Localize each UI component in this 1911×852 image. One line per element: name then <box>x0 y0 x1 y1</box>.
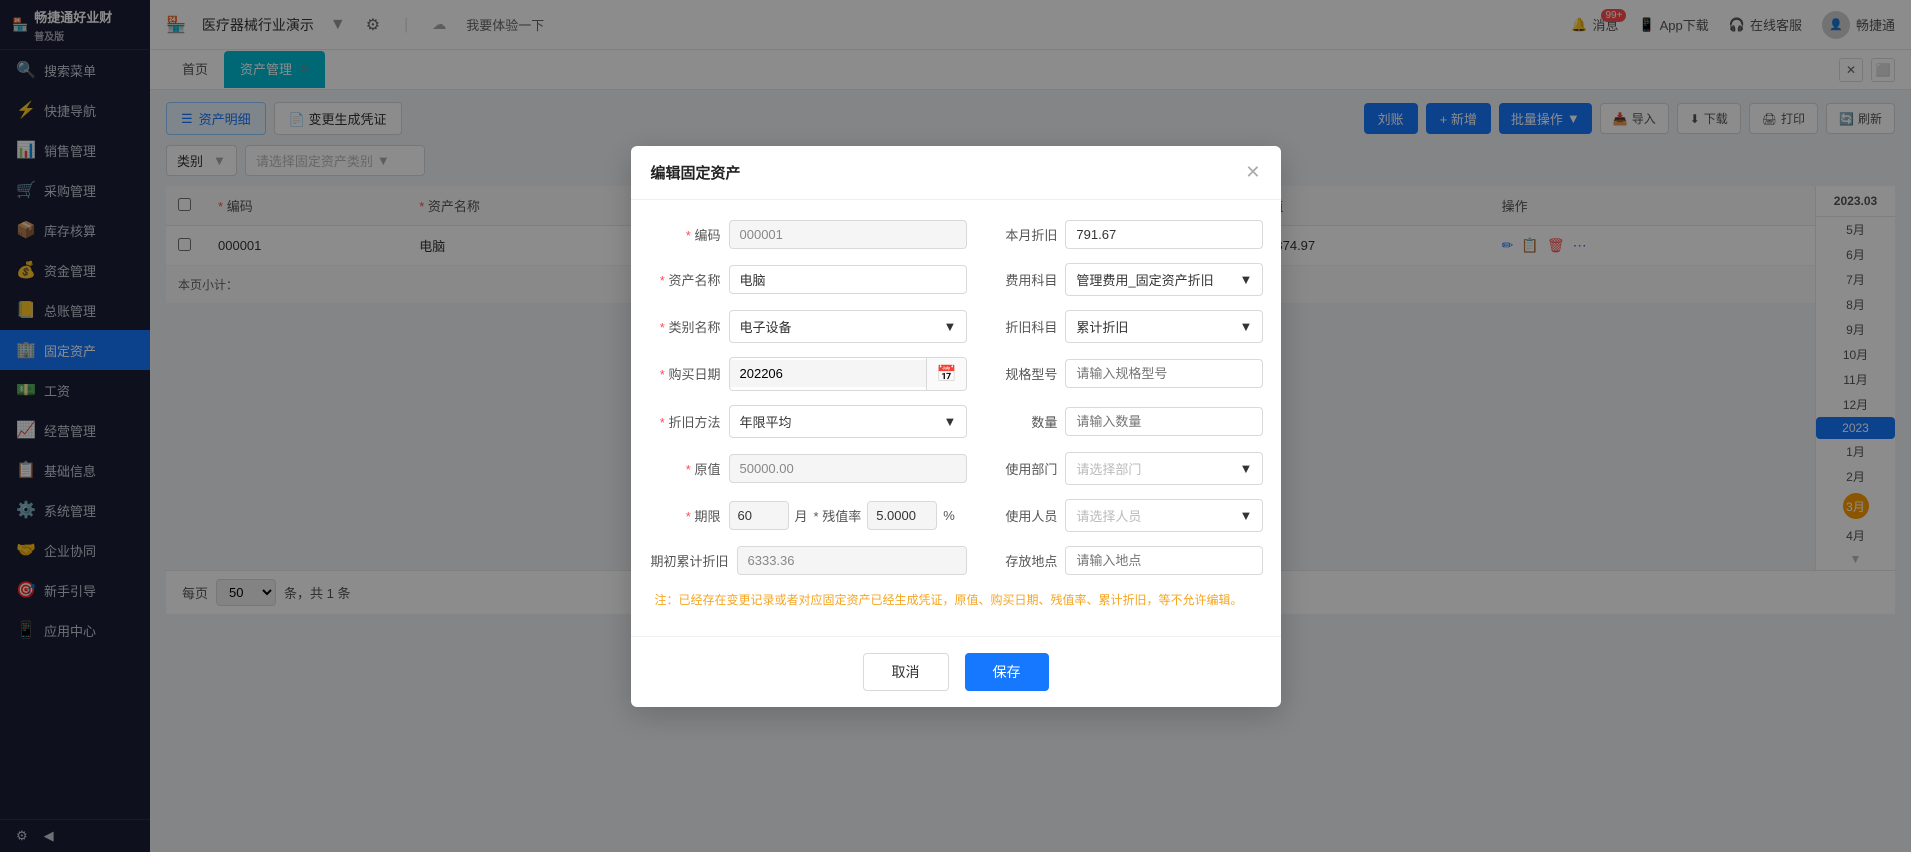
chevron-down-icon: ▼ <box>944 319 957 334</box>
department-placeholder: 请选择部门 <box>1076 459 1141 478</box>
residual-rate-unit: % <box>943 508 955 523</box>
chevron-down-icon: ▼ <box>1240 272 1253 287</box>
depr-account-label: 折旧科目 <box>987 317 1057 336</box>
period-residual-inline: 月 * 残值率 % <box>729 501 955 530</box>
form-row-original-value: * 原值 <box>651 452 968 485</box>
expense-account-label: 费用科目 <box>987 270 1057 289</box>
asset-name-input[interactable] <box>729 265 968 294</box>
save-button[interactable]: 保存 <box>965 653 1049 691</box>
modal-title: 编辑固定资产 <box>651 162 741 183</box>
form-row-code: * 编码 <box>651 220 968 249</box>
form-row-initial-depr: 期初累计折旧 <box>651 546 968 575</box>
category-label: * 类别名称 <box>651 317 721 336</box>
form-row-asset-name: * 资产名称 <box>651 263 968 296</box>
original-value-input[interactable] <box>729 454 968 483</box>
modal-overlay: 编辑固定资产 ✕ * 编码 本月折旧 <box>0 0 1911 852</box>
category-select[interactable]: 电子设备 ▼ <box>729 310 968 343</box>
depr-account-select[interactable]: 累计折旧 ▼ <box>1065 310 1263 343</box>
chevron-down-icon: ▼ <box>1240 319 1253 334</box>
form-row-monthly-depr: 本月折旧 <box>987 220 1263 249</box>
modal-footer: 取消 保存 <box>631 636 1281 707</box>
modal-close-button[interactable]: ✕ <box>1245 162 1260 183</box>
modal-form-grid: * 编码 本月折旧 * 资产名称 <box>651 220 1261 575</box>
period-unit: 月 <box>795 506 808 525</box>
category-value: 电子设备 <box>740 317 792 336</box>
location-label: 存放地点 <box>987 551 1057 570</box>
form-row-period: * 期限 月 * 残值率 % <box>651 499 968 532</box>
form-row-user: 使用人员 请选择人员 ▼ <box>987 499 1263 532</box>
form-row-category: * 类别名称 电子设备 ▼ <box>651 310 968 343</box>
form-row-spec: 规格型号 <box>987 357 1263 391</box>
depr-account-value: 累计折旧 <box>1076 317 1128 336</box>
depr-method-value: 年限平均 <box>740 412 792 431</box>
period-label: * 期限 <box>651 506 721 525</box>
calendar-icon[interactable]: 📅 <box>926 358 967 390</box>
location-input[interactable] <box>1065 546 1263 575</box>
form-row-purchase-date: * 购买日期 📅 <box>651 357 968 391</box>
user-select[interactable]: 请选择人员 ▼ <box>1065 499 1263 532</box>
form-row-location: 存放地点 <box>987 546 1263 575</box>
purchase-date-label: * 购买日期 <box>651 364 721 383</box>
chevron-down-icon: ▼ <box>1240 508 1253 523</box>
form-row-depr-account: 折旧科目 累计折旧 ▼ <box>987 310 1263 343</box>
quantity-input[interactable] <box>1065 407 1263 436</box>
original-value-label: * 原值 <box>651 459 721 478</box>
period-input[interactable] <box>729 501 789 530</box>
chevron-down-icon: ▼ <box>944 414 957 429</box>
expense-account-value: 管理费用_固定资产折旧 <box>1076 270 1213 289</box>
user-label: 使用人员 <box>987 506 1057 525</box>
asset-name-label: * 资产名称 <box>651 270 721 289</box>
form-row-quantity: 数量 <box>987 405 1263 438</box>
cancel-button[interactable]: 取消 <box>863 653 949 691</box>
code-input[interactable] <box>729 220 968 249</box>
depr-method-label: * 折旧方法 <box>651 412 721 431</box>
residual-rate-label: * 残值率 <box>814 506 862 525</box>
modal-header: 编辑固定资产 ✕ <box>631 146 1281 200</box>
edit-asset-modal: 编辑固定资产 ✕ * 编码 本月折旧 <box>631 146 1281 707</box>
user-placeholder: 请选择人员 <box>1076 506 1141 525</box>
quantity-label: 数量 <box>987 412 1057 431</box>
monthly-depr-label: 本月折旧 <box>987 225 1057 244</box>
residual-rate-input[interactable] <box>867 501 937 530</box>
modal-note: 注：已经存在变更记录或者对应固定资产已经生成凭证，原值、购买日期、残值率、累计折… <box>651 591 1261 608</box>
expense-account-select[interactable]: 管理费用_固定资产折旧 ▼ <box>1065 263 1263 296</box>
spec-label: 规格型号 <box>987 364 1057 383</box>
department-label: 使用部门 <box>987 459 1057 478</box>
form-row-department: 使用部门 请选择部门 ▼ <box>987 452 1263 485</box>
initial-depr-label: 期初累计折旧 <box>651 551 729 570</box>
spec-input[interactable] <box>1065 359 1263 388</box>
monthly-depr-input[interactable] <box>1065 220 1263 249</box>
purchase-date-input[interactable] <box>730 360 926 387</box>
depr-method-select[interactable]: 年限平均 ▼ <box>729 405 968 438</box>
chevron-down-icon: ▼ <box>1240 461 1253 476</box>
code-label: * 编码 <box>651 225 721 244</box>
purchase-date-field: 📅 <box>729 357 968 391</box>
modal-body: * 编码 本月折旧 * 资产名称 <box>631 200 1281 636</box>
form-row-expense-account: 费用科目 管理费用_固定资产折旧 ▼ <box>987 263 1263 296</box>
initial-depr-input[interactable] <box>737 546 968 575</box>
department-select[interactable]: 请选择部门 ▼ <box>1065 452 1263 485</box>
form-row-depr-method: * 折旧方法 年限平均 ▼ <box>651 405 968 438</box>
